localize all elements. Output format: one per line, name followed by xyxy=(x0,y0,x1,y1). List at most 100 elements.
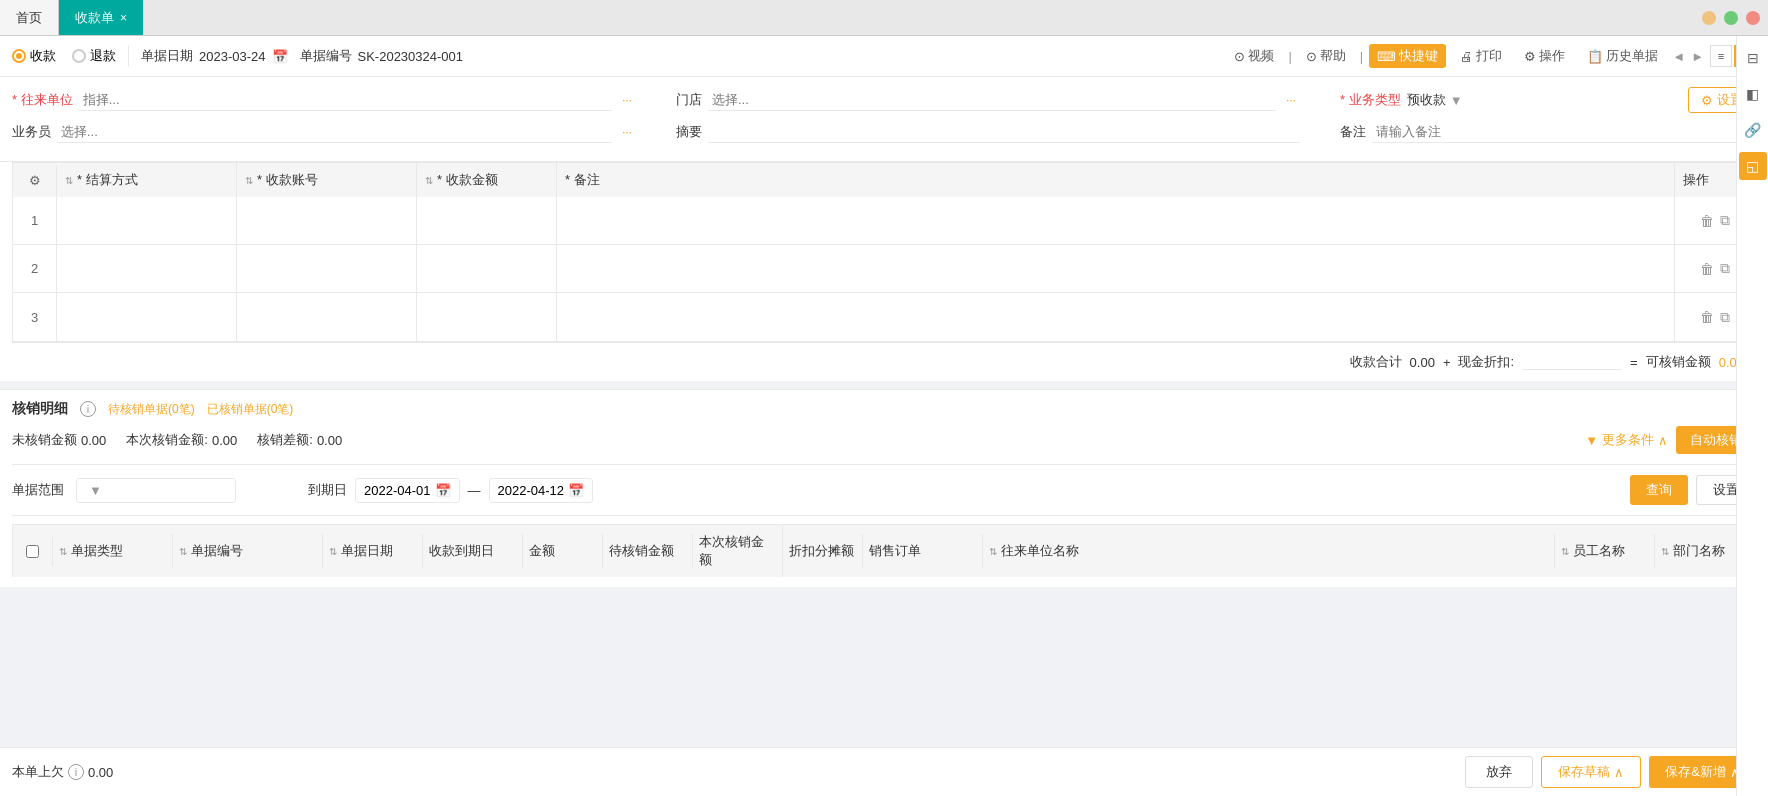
form-row-1: * 往来单位 ··· 门店 ··· * 业务类型 预收款 ▼ ⚙ 设置 xyxy=(12,87,1756,113)
sidebar-doc-icon[interactable]: ◧ xyxy=(1739,80,1767,108)
partner-input[interactable] xyxy=(79,89,612,111)
row-amount-2[interactable] xyxy=(417,245,557,292)
window-close-button[interactable] xyxy=(1746,11,1760,25)
verify-header: 核销明细 i 待核销单据(0笔) 已核销单据(0笔) xyxy=(12,400,1756,418)
row-account-3[interactable] xyxy=(237,293,417,341)
nav-next-icon[interactable]: ► xyxy=(1691,49,1704,64)
row-settlement-1[interactable] xyxy=(57,197,237,244)
toolbar-shortcut-btn[interactable]: ⌨ 快捷键 xyxy=(1369,44,1446,68)
tab-home[interactable]: 首页 xyxy=(0,0,59,35)
tab-close-icon[interactable]: × xyxy=(120,11,127,25)
row-amount-3[interactable] xyxy=(417,293,557,341)
window-maximize-button[interactable] xyxy=(1724,11,1738,25)
copy-icon-1[interactable]: ⧉ xyxy=(1720,212,1730,229)
available-label: 可核销金额 xyxy=(1646,353,1711,371)
note-label: 备注 xyxy=(1340,123,1366,141)
query-button[interactable]: 查询 xyxy=(1630,475,1688,505)
nav-prev-icon[interactable]: ◄ xyxy=(1672,49,1685,64)
vth-partner-label: 往来单位名称 xyxy=(1001,542,1079,560)
verify-select-all[interactable] xyxy=(26,545,39,558)
verify-title: 核销明细 xyxy=(12,400,68,418)
row-settlement-3[interactable] xyxy=(57,293,237,341)
staff-more-btn[interactable]: ··· xyxy=(618,125,636,139)
view-list-btn[interactable]: ≡ xyxy=(1710,45,1732,67)
toolbar-history-btn[interactable]: 📋 历史单据 xyxy=(1579,44,1666,68)
toolbar-right: ⊙ 视频 | ⊙ 帮助 | ⌨ 快捷键 🖨 打印 ⚙ 操作 📋 历史单据 ◄ ►… xyxy=(1226,44,1756,68)
staff-input[interactable] xyxy=(57,121,612,143)
delete-icon-1[interactable]: 🗑 xyxy=(1700,213,1714,229)
store-more-btn[interactable]: ··· xyxy=(1282,93,1300,107)
tab-receipt[interactable]: 收款单 × xyxy=(59,0,143,35)
verify-info-icon[interactable]: i xyxy=(80,401,96,417)
sidebar-table-icon[interactable]: ⊟ xyxy=(1739,44,1767,72)
bottom-label: 本单上欠 xyxy=(12,763,64,781)
toolbar-shortcut-label: 快捷键 xyxy=(1399,47,1438,65)
operation-icon: ⚙ xyxy=(1524,49,1536,64)
row-amount-1[interactable] xyxy=(417,197,557,244)
toolbar-print-btn[interactable]: 🖨 打印 xyxy=(1452,44,1510,68)
abandon-button[interactable]: 放弃 xyxy=(1465,756,1533,788)
delete-icon-3[interactable]: 🗑 xyxy=(1700,309,1714,325)
row-remark-2[interactable] xyxy=(557,245,1675,292)
sidebar-link-icon[interactable]: 🔗 xyxy=(1739,116,1767,144)
due-from-input[interactable]: 2022-04-01 📅 xyxy=(355,478,460,503)
date-range-row: 单据范围 ▼ 到期日 2022-04-01 📅 — 2022-04-12 📅 查… xyxy=(12,464,1756,516)
copy-icon-3[interactable]: ⧉ xyxy=(1720,309,1730,326)
draft-btn-label: 保存草稿 xyxy=(1558,763,1610,781)
discount-input[interactable] xyxy=(1522,354,1622,370)
range-caret-icon: ▼ xyxy=(89,483,102,498)
sep1: | xyxy=(1288,49,1291,64)
row-remark-1[interactable] xyxy=(557,197,1675,244)
range-select[interactable]: ▼ xyxy=(76,478,236,503)
note-input[interactable] xyxy=(1372,121,1756,143)
row-settlement-2[interactable] xyxy=(57,245,237,292)
tab-receipt-label: 收款单 xyxy=(75,9,114,27)
row-remark-3[interactable] xyxy=(557,293,1675,341)
th-amount-label: * 收款金额 xyxy=(437,171,498,189)
summary-input[interactable] xyxy=(708,121,1300,143)
sidebar-screenshot-icon[interactable]: ◱ xyxy=(1739,152,1767,180)
verify-stats: 未核销金额 0.00 本次核销金额: 0.00 核销差额: 0.00 ▼ 更多条… xyxy=(12,426,1756,454)
radio-receipt[interactable]: 收款 xyxy=(12,47,56,65)
chevron-up-icon: ∧ xyxy=(1658,433,1668,448)
vth-type-label: 单据类型 xyxy=(71,542,123,560)
due-to-input[interactable]: 2022-04-12 📅 xyxy=(489,478,594,503)
toolbar-operation-btn[interactable]: ⚙ 操作 xyxy=(1516,44,1573,68)
vth-dept-label: 部门名称 xyxy=(1673,542,1725,560)
total-value: 0.00 xyxy=(1410,355,1435,370)
row-account-2[interactable] xyxy=(237,245,417,292)
toolbar-help-btn[interactable]: ⊙ 帮助 xyxy=(1298,44,1354,68)
vth-type: ⇅ 单据类型 xyxy=(53,534,173,568)
plus-sign: + xyxy=(1443,355,1451,370)
row-num-1: 1 xyxy=(13,197,57,244)
verify-pending-tab[interactable]: 待核销单据(0笔) xyxy=(108,401,195,418)
note-field: 备注 xyxy=(1340,121,1756,143)
number-value: SK-20230324-001 xyxy=(358,49,464,64)
bottom-bar: 本单上欠 i 0.00 放弃 保存草稿 ∧ 保存&新增 ∧ xyxy=(0,747,1768,796)
business-type-select[interactable]: 预收款 ▼ xyxy=(1407,91,1463,109)
calendar-icon[interactable]: 📅 xyxy=(272,49,288,64)
th-settlement-label: * 结算方式 xyxy=(77,171,138,189)
window-minimize-button[interactable] xyxy=(1702,11,1716,25)
vth-amount-label: 金额 xyxy=(529,542,555,560)
store-input[interactable] xyxy=(708,89,1276,111)
radio-refund[interactable]: 退款 xyxy=(72,47,116,65)
more-conditions-btn[interactable]: ▼ 更多条件 ∧ xyxy=(1585,431,1668,449)
th-settings[interactable]: ⚙ xyxy=(13,165,57,196)
calendar-to-icon: 📅 xyxy=(568,483,584,498)
vth-num-label: 单据编号 xyxy=(191,542,243,560)
delete-icon-2[interactable]: 🗑 xyxy=(1700,261,1714,277)
vth-discount: 折扣分摊额 xyxy=(783,534,863,568)
partner-more-btn[interactable]: ··· xyxy=(618,93,636,107)
save-draft-button[interactable]: 保存草稿 ∧ xyxy=(1541,756,1641,788)
range-label: 单据范围 xyxy=(12,481,64,499)
toolbar-video-btn[interactable]: ⊙ 视频 xyxy=(1226,44,1282,68)
table-body: 1 🗑 ⧉ 2 🗑 ⧉ 3 xyxy=(12,197,1756,342)
form-area: * 往来单位 ··· 门店 ··· * 业务类型 预收款 ▼ ⚙ 设置 xyxy=(0,77,1768,162)
copy-icon-2[interactable]: ⧉ xyxy=(1720,260,1730,277)
row-account-1[interactable] xyxy=(237,197,417,244)
verify-done-tab[interactable]: 已核销单据(0笔) xyxy=(207,401,294,418)
sort-icon-settlement: ⇅ xyxy=(65,175,73,186)
vth-employee: ⇅ 员工名称 xyxy=(1555,534,1655,568)
more-conditions-label: 更多条件 xyxy=(1602,431,1654,449)
